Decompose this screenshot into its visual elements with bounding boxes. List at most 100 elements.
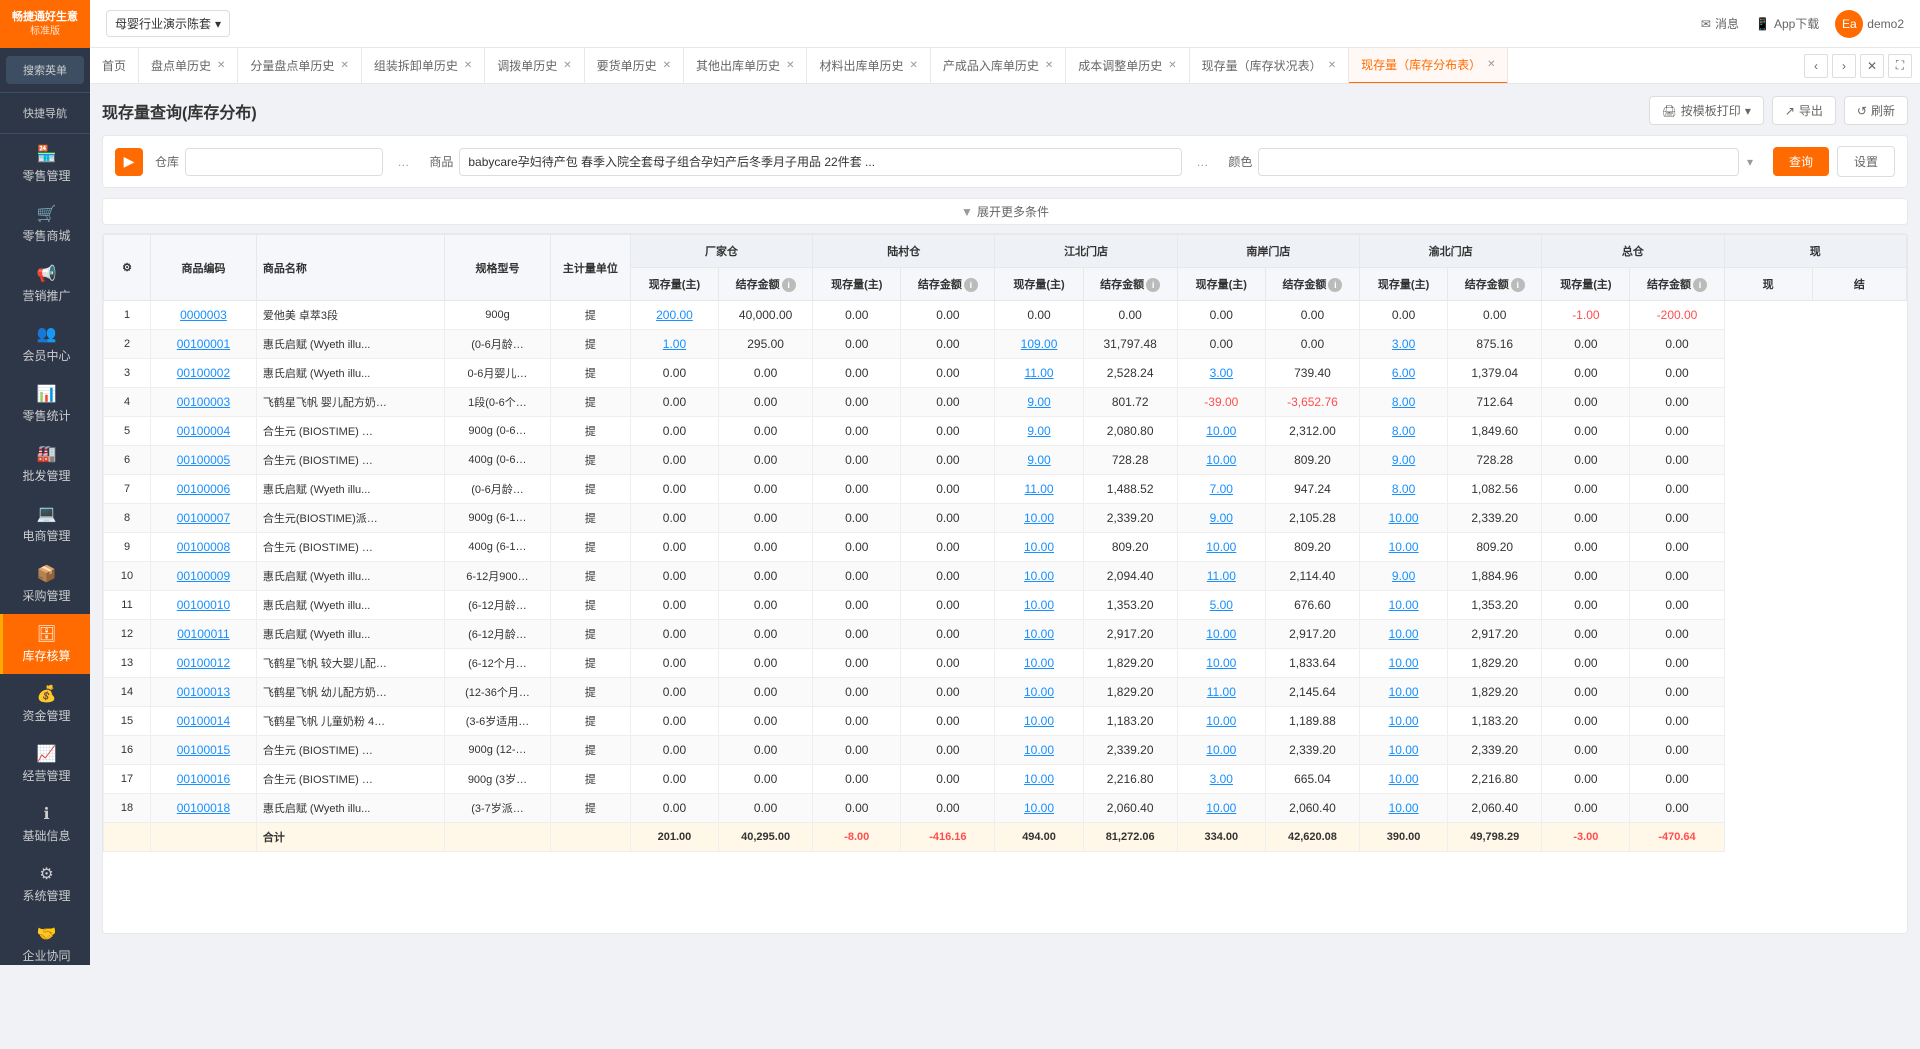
sidebar-item-0[interactable]: 🏪零售管理 [0,134,90,194]
factory-amt-info[interactable]: i [782,278,796,292]
cell-val-12-7: 1,833.64 [1265,649,1359,678]
tab-close-4[interactable]: ✕ [563,60,571,71]
sidebar-item-10[interactable]: 📈经营管理 [0,734,90,794]
sidebar-item-12[interactable]: ⚙系统管理 [0,854,90,914]
tab-close-1[interactable]: ✕ [217,60,225,71]
cell-val-9-7: 2,114.40 [1265,562,1359,591]
menu-icon-7: 📦 [37,564,57,584]
cell-val-16-3: 0.00 [901,765,995,794]
menu-icon-10: 📈 [37,744,57,764]
product-ellipsis[interactable]: … [1188,155,1216,169]
tab-label-6: 其他出库单历史 [696,57,780,74]
tab-close-7[interactable]: ✕ [909,60,917,71]
sidebar-item-4[interactable]: 📊零售统计 [0,374,90,434]
tab-11[interactable]: 现存量（库存分布表）✕ [1349,48,1508,84]
sidebar-item-6[interactable]: 💻电商管理 [0,494,90,554]
cell-val-16-4: 10.00 [995,765,1083,794]
tab-7[interactable]: 材料出库单历史✕ [807,48,930,84]
search-toggle-button[interactable]: ▶ [115,148,143,176]
cell-val-16-5: 2,216.80 [1083,765,1177,794]
tab-close-2[interactable]: ✕ [340,60,348,71]
menu-label-9: 资金管理 [22,707,70,724]
tab-close-8[interactable]: ✕ [1045,60,1053,71]
tab-1[interactable]: 盘点单历史✕ [139,48,238,84]
cell-code-4: 00100004 [151,417,257,446]
cell-val-4-10: 0.00 [1542,417,1630,446]
cell-val-10-11: 0.00 [1630,591,1724,620]
cell-unit-16: 提 [550,765,630,794]
product-input[interactable] [459,148,1182,176]
tab-close-6[interactable]: ✕ [786,60,794,71]
tab-close-9[interactable]: ✕ [1168,60,1176,71]
settings-button[interactable]: 设置 [1837,146,1895,177]
search-menu-button[interactable]: 搜索英单 [6,56,84,84]
lucun-amt-info[interactable]: i [964,278,978,292]
tab-label-4: 调拨单历史 [497,57,557,74]
sidebar-item-7[interactable]: 📦采购管理 [0,554,90,614]
table-row: 13 00100012 飞鹤星飞帆 较大婴儿配… (6-12个月… 提 0.00… [104,649,1907,678]
refresh-button[interactable]: ↺ 刷新 [1844,96,1908,125]
sidebar-item-5[interactable]: 🏭批发管理 [0,434,90,494]
tab-close-10[interactable]: ✕ [1328,60,1336,71]
tab-close-5[interactable]: ✕ [663,60,671,71]
jiangbei-amt-info[interactable]: i [1146,278,1160,292]
sidebar-item-1[interactable]: 🛒零售商城 [0,194,90,254]
cell-spec-15: 900g (12-… [445,736,551,765]
cell-seq-13: 14 [104,678,151,707]
tenant-selector[interactable]: 母婴行业演示陈套 ▾ [106,10,230,37]
sidebar-item-3[interactable]: 👥会员中心 [0,314,90,374]
cell-val-5-6: 10.00 [1177,446,1265,475]
print-button[interactable]: 🖨 按模板打印 ▾ [1649,96,1764,125]
sidebar-item-8[interactable]: 🗄库存核算 [0,614,90,674]
export-button[interactable]: ↗ 导出 [1772,96,1836,125]
expand-text[interactable]: 展开更多条件 [977,203,1049,220]
tab-10[interactable]: 现存量（库存状况表）✕ [1190,48,1349,84]
tab-3[interactable]: 组装拆卸单历史✕ [362,48,485,84]
sum-val-11: -470.64 [1630,823,1724,852]
color-input[interactable] [1258,148,1739,176]
search-bar: ▶ 仓库 … 商品 … 颜色 ▾ 查询 设置 [102,135,1908,188]
tab-close-3[interactable]: ✕ [464,60,472,71]
yubei-amt-info[interactable]: i [1511,278,1525,292]
tab-close-11[interactable]: ✕ [1487,59,1495,70]
cell-code-1: 00100001 [151,330,257,359]
tab-4[interactable]: 调拨单历史 ✕ [485,48,584,84]
message-button[interactable]: ✉ 消息 [1701,15,1739,32]
tab-6[interactable]: 其他出库单历史 ✕ [684,48,807,84]
cell-val-0-0: 200.00 [630,301,718,330]
cell-name-5: 合生元 (BIOSTIME) … [256,446,444,475]
sidebar-item-quicknav[interactable]: 快捷导航 [0,97,90,129]
total-amt-info[interactable]: i [1693,278,1707,292]
tab-2[interactable]: 分量盘点单历史✕ [238,48,361,84]
tab-5[interactable]: 要货单历史✕ [585,48,684,84]
cell-seq-2: 3 [104,359,151,388]
user-profile[interactable]: Ea demo2 [1835,10,1904,38]
sidebar-item-13[interactable]: 🤝企业协同 [0,914,90,965]
cell-val-13-6: 11.00 [1177,678,1265,707]
tab-9[interactable]: 成本调整单历史✕ [1066,48,1189,84]
col-settings-header[interactable]: ⚙ [104,235,151,301]
tabs-next-button[interactable]: › [1832,54,1856,78]
tabs-close-button[interactable]: ✕ [1860,54,1884,78]
tab-8[interactable]: 产成品入库单历史✕ [931,48,1066,84]
warehouse-input[interactable] [185,148,383,176]
query-button[interactable]: 查询 [1773,147,1829,176]
cell-val-5-1: 0.00 [719,446,813,475]
cell-name-9: 惠氏启赋 (Wyeth illu... [256,562,444,591]
cell-unit-2: 提 [550,359,630,388]
app-download-button[interactable]: 📱 App下载 [1755,15,1819,32]
sidebar-item-2[interactable]: 📢营销推广 [0,254,90,314]
tab-0[interactable]: 首页 [90,48,139,84]
cell-val-5-8: 9.00 [1359,446,1447,475]
sidebar-item-9[interactable]: 💰资金管理 [0,674,90,734]
sidebar-item-11[interactable]: ℹ基础信息 [0,794,90,854]
tabs-prev-button[interactable]: ‹ [1804,54,1828,78]
cell-val-12-11: 0.00 [1630,649,1724,678]
warehouse-ellipsis[interactable]: … [389,155,417,169]
cell-code-15: 00100015 [151,736,257,765]
nanan-amt-info[interactable]: i [1328,278,1342,292]
cell-val-13-5: 1,829.20 [1083,678,1177,707]
cell-val-1-2: 0.00 [813,330,901,359]
tabs-fullscreen-button[interactable]: ⛶ [1888,54,1912,78]
cell-val-15-10: 0.00 [1542,736,1630,765]
